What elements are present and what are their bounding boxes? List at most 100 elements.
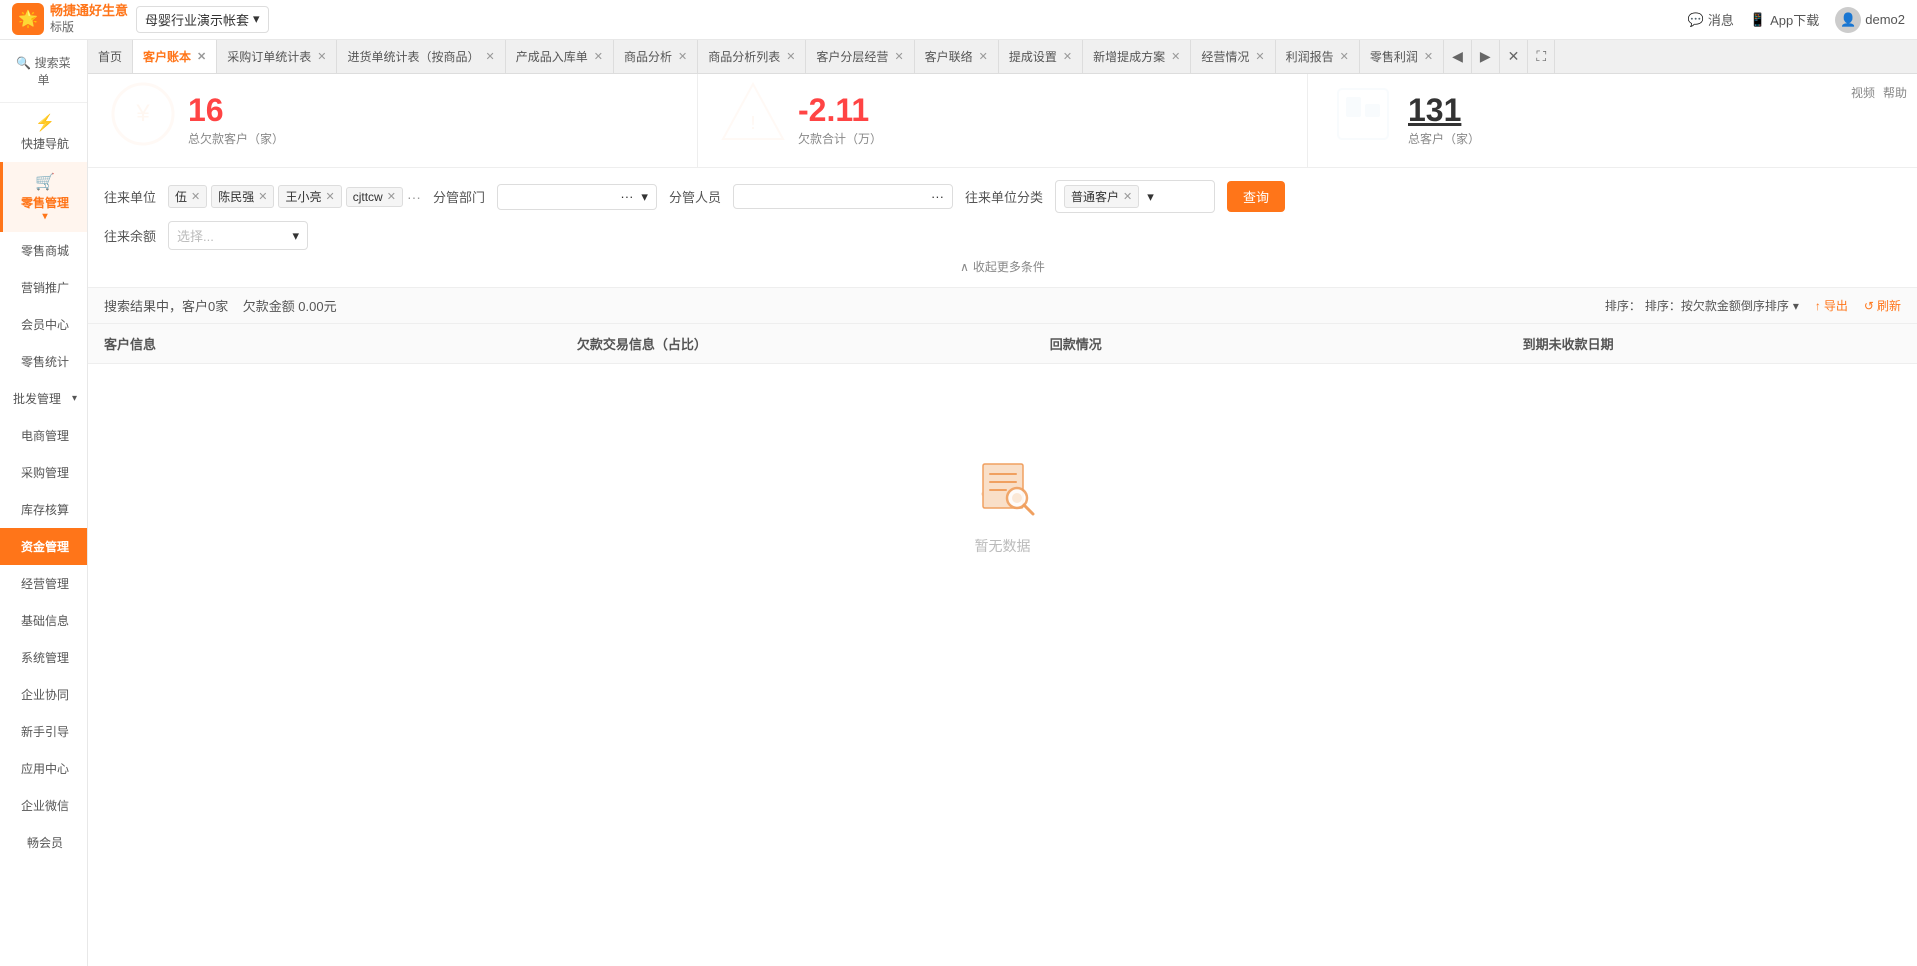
tab-close-purchase-stats[interactable]: ✕ xyxy=(486,50,495,63)
unit-tag-chen-remove[interactable]: ✕ xyxy=(258,190,267,203)
sort-btn[interactable]: 排序： 排序：按欠款金额倒序排序 ▾ xyxy=(1605,297,1799,314)
sort-label: 排序： xyxy=(1605,297,1641,314)
sidebar-item-retail[interactable]: 🛒 零售管理 ▾ xyxy=(0,162,87,232)
sidebar-item-purchase[interactable]: 采购管理 xyxy=(0,454,87,491)
category-tag-normal: 普通客户 ✕ xyxy=(1064,185,1139,208)
tab-new-raise[interactable]: 新增提成方案 ✕ xyxy=(1083,40,1191,74)
tab-close-produce-stock[interactable]: ✕ xyxy=(594,50,603,63)
balance-label: 往来余额 xyxy=(104,226,156,245)
result-bar-right: 排序： 排序：按欠款金额倒序排序 ▾ ↑ 导出 ↺ 刷新 xyxy=(1605,297,1901,314)
dept-label: 分管部门 xyxy=(433,187,485,206)
sidebar-item-retail-mall[interactable]: 零售商城 xyxy=(0,232,87,269)
tab-raise-settings[interactable]: 提成设置 ✕ xyxy=(999,40,1083,74)
tab-nav-next[interactable]: ▶ xyxy=(1472,40,1500,74)
sidebar-item-finance[interactable]: 资金管理 xyxy=(0,528,87,565)
tab-produce-stock[interactable]: 产成品入库单 ✕ xyxy=(506,40,614,74)
tab-close-customer-tier[interactable]: ✕ xyxy=(894,50,903,63)
sidebar-item-ecommerce[interactable]: 电商管理 xyxy=(0,417,87,454)
video-link[interactable]: 视频 xyxy=(1851,84,1875,101)
category-select[interactable]: 普通客户 ✕ ▾ xyxy=(1055,180,1215,213)
unit-tag-wang-remove[interactable]: ✕ xyxy=(326,190,335,203)
balance-select[interactable]: 选择... ▾ xyxy=(168,221,308,250)
tab-close-new-raise[interactable]: ✕ xyxy=(1171,50,1180,63)
sidebar-item-enterprise[interactable]: 企业协同 xyxy=(0,676,87,713)
message-label: 消息 xyxy=(1708,10,1734,29)
tab-customer-tier[interactable]: 客户分层经营 ✕ xyxy=(806,40,914,74)
stat-card-total-customers: 131 总客户（家） 视频 帮助 xyxy=(1308,74,1917,167)
tab-profit-report[interactable]: 利润报告 ✕ xyxy=(1276,40,1360,74)
tab-close-business[interactable]: ✕ xyxy=(1255,50,1264,63)
tab-customer-book[interactable]: 客户账本 ✕ xyxy=(133,40,217,74)
tab-close-purchase-order[interactable]: ✕ xyxy=(317,50,326,63)
filter-more-btn[interactable]: ··· xyxy=(407,189,421,205)
sidebar-item-vip[interactable]: 畅会员 xyxy=(0,824,87,861)
message-btn[interactable]: 💬 消息 xyxy=(1688,10,1734,29)
system-label: 系统管理 xyxy=(21,649,69,666)
sidebar-item-app-center[interactable]: 应用中心 xyxy=(0,750,87,787)
quicknav-icon: ⚡ xyxy=(35,113,55,133)
filter-area: 往来单位 伍 ✕ 陈民强 ✕ 王小亮 ✕ xyxy=(88,168,1917,288)
app-download-btn[interactable]: 📱 App下载 xyxy=(1750,10,1819,29)
sidebar-item-newbie[interactable]: 新手引导 xyxy=(0,713,87,750)
marketing-label: 营销推广 xyxy=(21,279,69,296)
sidebar-item-operation[interactable]: 经营管理 xyxy=(0,565,87,602)
tab-raise-settings-label: 提成设置 xyxy=(1009,48,1057,65)
user-menu[interactable]: 👤 demo2 xyxy=(1835,7,1905,33)
tab-fullscreen[interactable]: ⛶ xyxy=(1528,40,1555,74)
sidebar-item-basic-info[interactable]: 基础信息 xyxy=(0,602,87,639)
stat-info-debt-amount: -2.11 欠款合计（万） xyxy=(798,94,882,147)
operation-label: 经营管理 xyxy=(21,575,69,592)
unit-tag-cjttcw-text: cjttcw xyxy=(353,190,383,204)
sidebar-item-member[interactable]: 会员中心 xyxy=(0,306,87,343)
search-btn[interactable]: 查询 xyxy=(1227,181,1285,212)
chevron-down-icon: ▾ xyxy=(253,11,260,27)
unit-tag-wang: 王小亮 ✕ xyxy=(278,185,341,208)
category-tag-normal-remove[interactable]: ✕ xyxy=(1123,190,1132,203)
tab-close-all[interactable]: ✕ xyxy=(1500,40,1529,74)
sidebar-item-system[interactable]: 系统管理 xyxy=(0,639,87,676)
tab-nav-prev[interactable]: ◀ xyxy=(1444,40,1472,74)
finance-label: 资金管理 xyxy=(21,538,69,555)
tab-purchase-stats[interactable]: 进货单统计表（按商品） ✕ xyxy=(337,40,505,74)
tab-purchase-order[interactable]: 采购订单统计表 ✕ xyxy=(217,40,337,74)
search-menu-btn[interactable]: 🔍 搜索菜单 xyxy=(8,50,79,92)
sidebar-item-corp-wechat[interactable]: 企业微信 xyxy=(0,787,87,824)
tab-customer-contact-label: 客户联络 xyxy=(925,48,973,65)
tab-close-retail-profit[interactable]: ✕ xyxy=(1424,50,1433,63)
tab-business-label: 经营情况 xyxy=(1201,48,1249,65)
tab-close-profit-report[interactable]: ✕ xyxy=(1340,50,1349,63)
username: demo2 xyxy=(1865,12,1905,27)
export-btn[interactable]: ↑ 导出 xyxy=(1815,297,1848,314)
sidebar-item-quicknav[interactable]: ⚡ 快捷导航 xyxy=(0,103,87,162)
col-header-customer: 客户信息 xyxy=(104,334,577,353)
tab-retail-profit[interactable]: 零售利润 ✕ xyxy=(1360,40,1444,74)
dept-select[interactable]: ··· ▾ xyxy=(497,184,657,210)
unit-tag-wu-remove[interactable]: ✕ xyxy=(191,190,200,203)
sidebar-item-retail-stats[interactable]: 零售统计 xyxy=(0,343,87,380)
tab-home[interactable]: 首页 xyxy=(88,40,133,74)
tab-close-customer-contact[interactable]: ✕ xyxy=(979,50,988,63)
top-bar-right: 💬 消息 📱 App下载 👤 demo2 xyxy=(1688,7,1905,33)
tab-close-goods-list[interactable]: ✕ xyxy=(786,50,795,63)
brand-sub: 标版 xyxy=(50,20,128,36)
category-label: 往来单位分类 xyxy=(965,187,1043,206)
collapse-btn[interactable]: ∧ 收起更多条件 xyxy=(960,258,1045,275)
help-link[interactable]: 帮助 xyxy=(1883,84,1907,101)
sidebar-item-wholesale[interactable]: 批发管理 ▾ xyxy=(0,380,87,417)
unit-tag-cjttcw-remove[interactable]: ✕ xyxy=(387,190,396,203)
sidebar-item-marketing[interactable]: 营销推广 xyxy=(0,269,87,306)
tab-customer-contact[interactable]: 客户联络 ✕ xyxy=(915,40,999,74)
sidebar-item-inventory[interactable]: 库存核算 xyxy=(0,491,87,528)
suite-selector[interactable]: 母婴行业演示帐套 ▾ xyxy=(136,6,269,33)
tab-close-customer-book[interactable]: ✕ xyxy=(197,50,206,63)
tab-business[interactable]: 经营情况 ✕ xyxy=(1191,40,1275,74)
empty-icon xyxy=(963,444,1043,524)
tab-goods-analysis[interactable]: 商品分析 ✕ xyxy=(614,40,698,74)
refresh-btn[interactable]: ↺ 刷新 xyxy=(1864,297,1901,314)
person-select[interactable]: ··· xyxy=(733,184,953,209)
tab-goods-list[interactable]: 商品分析列表 ✕ xyxy=(698,40,806,74)
tab-close-goods-analysis[interactable]: ✕ xyxy=(678,50,687,63)
tab-close-raise-settings[interactable]: ✕ xyxy=(1063,50,1072,63)
result-summary: 搜索结果中，客户0家 欠款金额 0.00元 xyxy=(104,296,337,315)
stat-info-debt-customers: 16 总欠款客户（家） xyxy=(188,94,284,147)
